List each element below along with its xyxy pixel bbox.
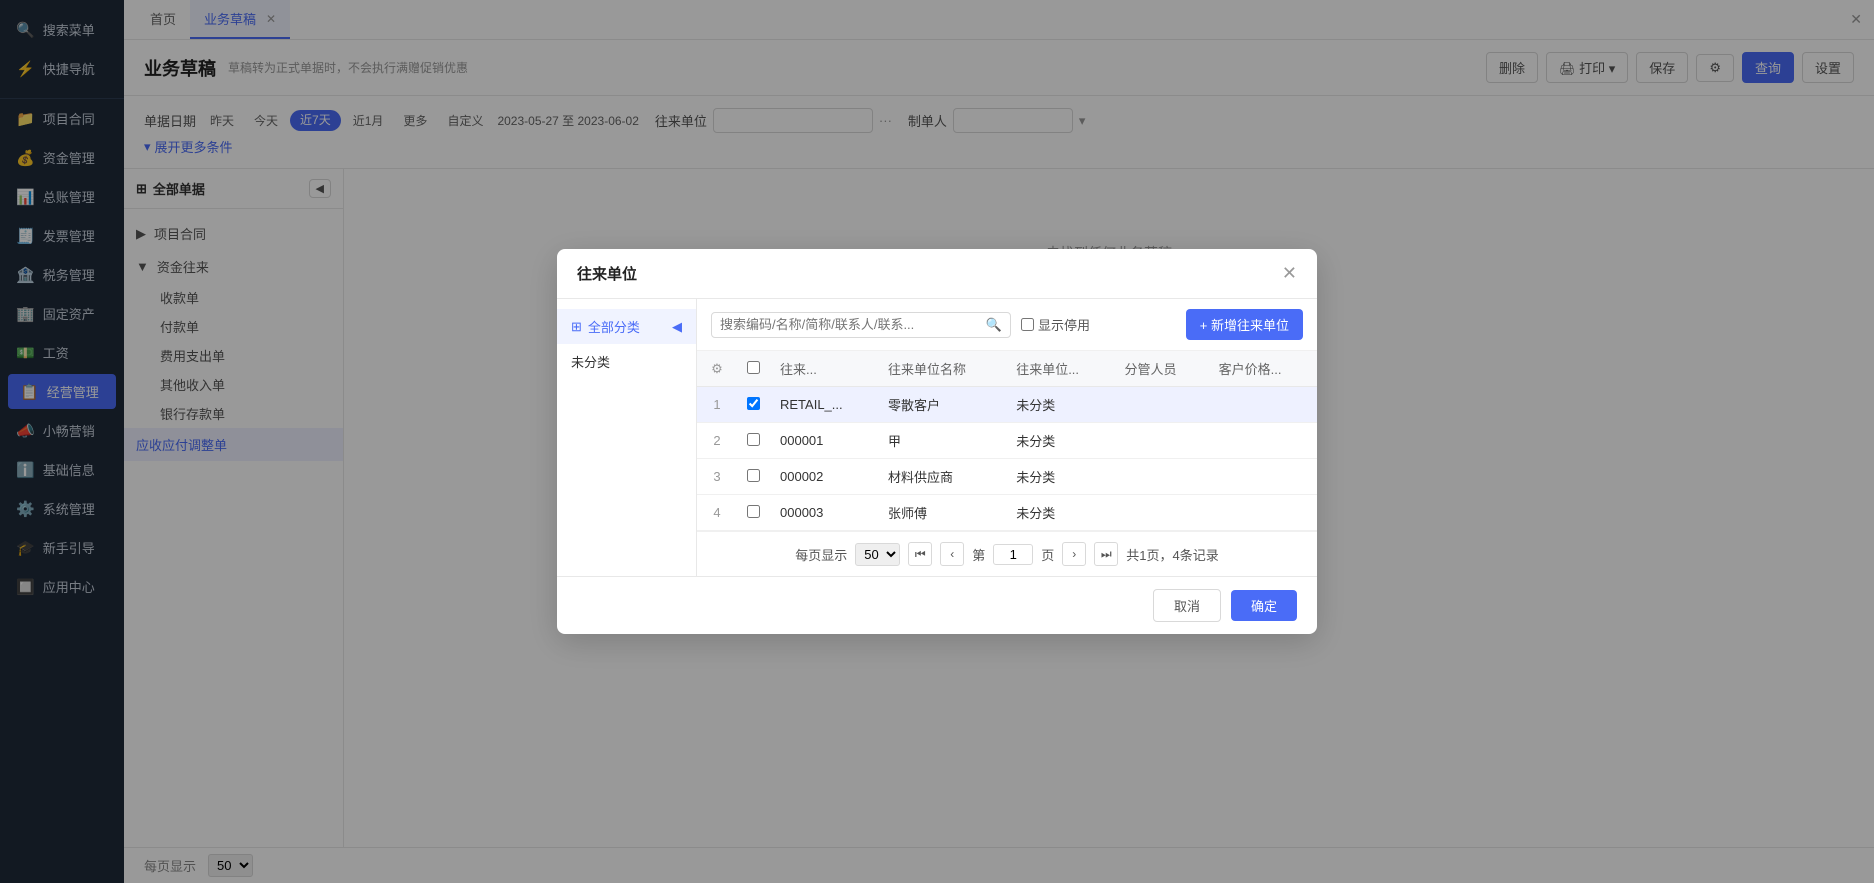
col-header-manager: 分管人员: [1115, 351, 1209, 387]
row-checkbox-1[interactable]: [747, 397, 760, 410]
page-label: 页: [1041, 545, 1054, 564]
modal-sidebar-uncategorized[interactable]: 未分类: [557, 344, 696, 379]
col-header-name: 往来单位名称: [878, 351, 1006, 387]
modal-pagination: 每页显示 50 ⏮ ‹ 第 页 › ⏭ 共1页，4条记录: [697, 531, 1317, 576]
modal-table-body: 1 RETAIL_... 零散客户 未分类 2: [697, 387, 1317, 531]
modal-body: ⊞ 全部分类 ◀ 未分类 🔍 显示停用: [557, 299, 1317, 576]
col-header-category: 往来单位...: [1006, 351, 1114, 387]
modal-footer: 取消 确定: [557, 576, 1317, 634]
row-checkbox-2[interactable]: [747, 433, 760, 446]
prev-page-button[interactable]: ‹: [940, 542, 964, 566]
next-page-button[interactable]: ›: [1062, 542, 1086, 566]
search-icon: 🔍: [986, 317, 1002, 333]
show-disabled-label[interactable]: 显示停用: [1021, 315, 1090, 334]
row-checkbox-4[interactable]: [747, 505, 760, 518]
modal-overlay: 往来单位 ✕ ⊞ 全部分类 ◀ 未分类: [0, 0, 1874, 883]
table-row[interactable]: 2 000001 甲 未分类: [697, 423, 1317, 459]
modal-table-wrap: ⚙ 往来... 往来单位名称 往来单位... 分管人员 客户价格...: [697, 351, 1317, 531]
modal-title: 往来单位: [577, 263, 637, 284]
col-header-price: 客户价格...: [1209, 351, 1317, 387]
modal-table-head: ⚙ 往来... 往来单位名称 往来单位... 分管人员 客户价格...: [697, 351, 1317, 387]
modal-header: 往来单位 ✕: [557, 249, 1317, 299]
sidebar-collapse-icon[interactable]: ◀: [672, 319, 682, 335]
col-header-check: [737, 351, 770, 387]
table-row[interactable]: 4 000003 张师傅 未分类: [697, 495, 1317, 531]
table-row[interactable]: 1 RETAIL_... 零散客户 未分类: [697, 387, 1317, 423]
row-checkbox-3[interactable]: [747, 469, 760, 482]
modal-table: ⚙ 往来... 往来单位名称 往来单位... 分管人员 客户价格...: [697, 351, 1317, 531]
add-partner-button[interactable]: + 新增往来单位: [1186, 309, 1303, 340]
page-number-input[interactable]: [993, 544, 1033, 565]
last-page-button[interactable]: ⏭: [1094, 542, 1118, 566]
show-disabled-checkbox[interactable]: [1021, 318, 1034, 331]
modal-main: 🔍 显示停用 + 新增往来单位 ⚙: [697, 299, 1317, 576]
page-size-select[interactable]: 50: [855, 543, 900, 566]
table-row[interactable]: 3 000002 材料供应商 未分类: [697, 459, 1317, 495]
total-label: 共1页，4条记录: [1126, 545, 1218, 564]
col-header-settings: ⚙: [697, 351, 737, 387]
page-di-label: 第: [972, 545, 985, 564]
modal-sidebar: ⊞ 全部分类 ◀ 未分类: [557, 299, 697, 576]
modal-sidebar-all[interactable]: ⊞ 全部分类 ◀: [557, 309, 696, 344]
modal-close-button[interactable]: ✕: [1282, 263, 1297, 284]
search-wrap: 🔍: [711, 312, 1011, 338]
partner-search-input[interactable]: [720, 317, 980, 332]
modal-toolbar: 🔍 显示停用 + 新增往来单位: [697, 299, 1317, 351]
select-all-checkbox[interactable]: [747, 361, 760, 374]
col-header-code: 往来...: [770, 351, 878, 387]
first-page-button[interactable]: ⏮: [908, 542, 932, 566]
grid-dot-icon: ⊞: [571, 319, 582, 335]
partner-modal: 往来单位 ✕ ⊞ 全部分类 ◀ 未分类: [557, 249, 1317, 634]
cancel-button[interactable]: 取消: [1153, 589, 1221, 622]
confirm-button[interactable]: 确定: [1231, 590, 1297, 621]
